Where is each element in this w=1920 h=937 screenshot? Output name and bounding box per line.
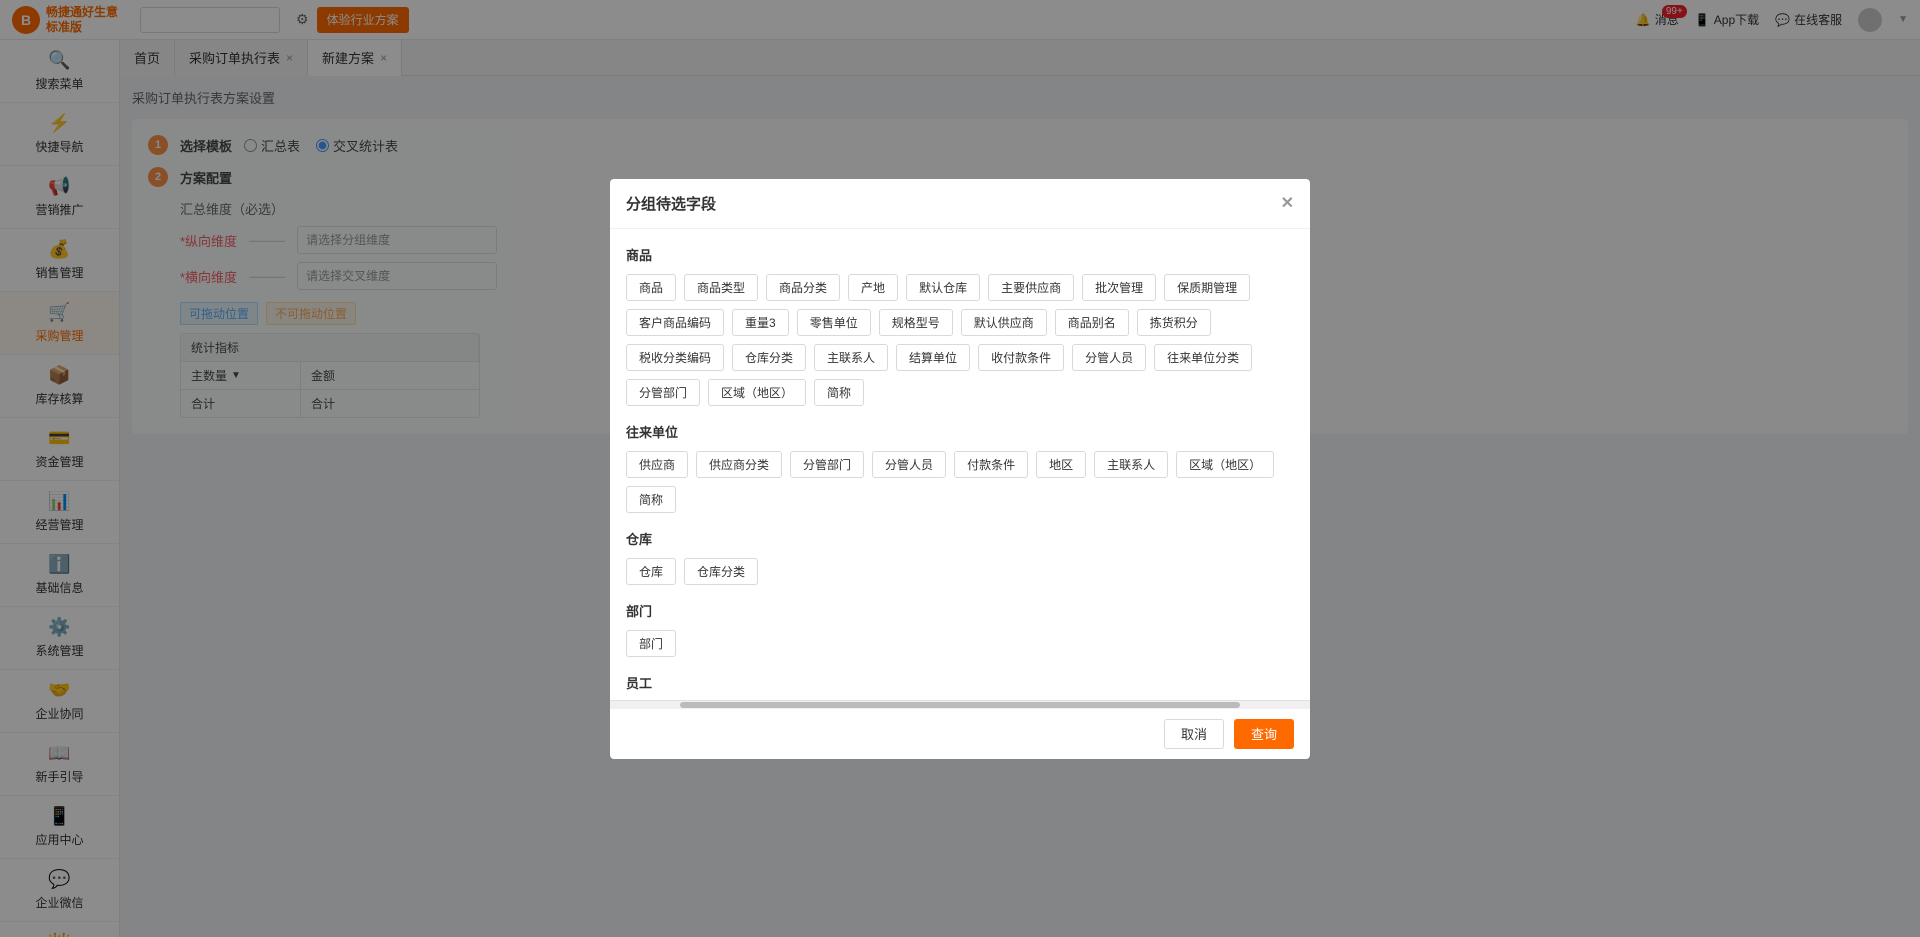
modal-footer: 取消 查询: [610, 708, 1310, 759]
modal-header: 分组待选字段 ✕: [610, 179, 1310, 229]
goods-fields-grid: 商品 商品类型 商品分类 产地 默认仓库 主要供应商 批次管理 保质期管理 客户…: [626, 274, 1294, 406]
confirm-button[interactable]: 查询: [1234, 719, 1294, 749]
field-area-partner[interactable]: 区域（地区）: [1176, 451, 1274, 478]
field-supervisor-partner[interactable]: 分管人员: [872, 451, 946, 478]
field-default-supplier[interactable]: 默认供应商: [961, 309, 1047, 336]
field-settlement-unit[interactable]: 结算单位: [896, 344, 970, 371]
warehouse-fields-grid: 仓库 仓库分类: [626, 558, 1294, 585]
section-warehouse-title: 仓库: [626, 529, 1294, 548]
field-dept-partner[interactable]: 分管部门: [790, 451, 864, 478]
section-goods-title: 商品: [626, 245, 1294, 264]
partner-fields-grid: 供应商 供应商分类 分管部门 分管人员 付款条件 地区 主联系人 区域（地区） …: [626, 451, 1294, 513]
field-warehouse-category[interactable]: 仓库分类: [732, 344, 806, 371]
cancel-button[interactable]: 取消: [1164, 719, 1224, 749]
field-main-supplier[interactable]: 主要供应商: [988, 274, 1074, 301]
section-department-title: 部门: [626, 601, 1294, 620]
field-payment-terms[interactable]: 收付款条件: [978, 344, 1064, 371]
field-supervisor[interactable]: 分管人员: [1072, 344, 1146, 371]
field-selector-modal: 分组待选字段 ✕ 商品 商品 商品类型 商品分类 产地 默认仓库 主要供应商 批…: [610, 179, 1310, 759]
modal-overlay: 分组待选字段 ✕ 商品 商品 商品类型 商品分类 产地 默认仓库 主要供应商 批…: [0, 0, 1920, 937]
field-department[interactable]: 部门: [626, 630, 676, 657]
field-goods[interactable]: 商品: [626, 274, 676, 301]
section-goods: 商品 商品 商品类型 商品分类 产地 默认仓库 主要供应商 批次管理 保质期管理…: [626, 245, 1294, 406]
field-dept-mgmt[interactable]: 分管部门: [626, 379, 700, 406]
field-default-warehouse[interactable]: 默认仓库: [906, 274, 980, 301]
department-fields-grid: 部门: [626, 630, 1294, 657]
field-warehouse-cat[interactable]: 仓库分类: [684, 558, 758, 585]
field-supplier-category[interactable]: 供应商分类: [696, 451, 782, 478]
field-spec-model[interactable]: 规格型号: [879, 309, 953, 336]
field-goods-category[interactable]: 商品分类: [766, 274, 840, 301]
field-batch-mgmt[interactable]: 批次管理: [1082, 274, 1156, 301]
field-area-goods[interactable]: 区域（地区）: [708, 379, 806, 406]
field-retail-unit[interactable]: 零售单位: [797, 309, 871, 336]
field-partner-category[interactable]: 往来单位分类: [1154, 344, 1252, 371]
field-supplier[interactable]: 供应商: [626, 451, 688, 478]
section-partner-title: 往来单位: [626, 422, 1294, 441]
modal-scrollbar-horizontal[interactable]: [610, 700, 1310, 708]
section-employee-title: 员工: [626, 673, 1294, 692]
field-weight3[interactable]: 重量3: [732, 309, 789, 336]
field-customer-code[interactable]: 客户商品编码: [626, 309, 724, 336]
field-short-name-goods[interactable]: 简称: [814, 379, 864, 406]
field-main-contact[interactable]: 主联系人: [814, 344, 888, 371]
scrollbar-thumb-h: [680, 702, 1240, 708]
field-region-partner[interactable]: 地区: [1036, 451, 1086, 478]
field-short-name-partner[interactable]: 简称: [626, 486, 676, 513]
field-origin[interactable]: 产地: [848, 274, 898, 301]
modal-title: 分组待选字段: [626, 193, 716, 214]
field-payment-cond[interactable]: 付款条件: [954, 451, 1028, 478]
field-goods-alias[interactable]: 商品别名: [1055, 309, 1129, 336]
field-pick-points[interactable]: 拣货积分: [1137, 309, 1211, 336]
section-employee: 员工 业务员: [626, 673, 1294, 700]
section-partner: 往来单位 供应商 供应商分类 分管部门 分管人员 付款条件 地区 主联系人 区域…: [626, 422, 1294, 513]
modal-body[interactable]: 商品 商品 商品类型 商品分类 产地 默认仓库 主要供应商 批次管理 保质期管理…: [610, 229, 1310, 700]
section-warehouse: 仓库 仓库 仓库分类: [626, 529, 1294, 585]
section-department: 部门 部门: [626, 601, 1294, 657]
modal-close-btn[interactable]: ✕: [1281, 193, 1294, 213]
field-main-contact-partner[interactable]: 主联系人: [1094, 451, 1168, 478]
field-goods-type[interactable]: 商品类型: [684, 274, 758, 301]
field-warehouse[interactable]: 仓库: [626, 558, 676, 585]
field-tax-code[interactable]: 税收分类编码: [626, 344, 724, 371]
field-shelf-life[interactable]: 保质期管理: [1164, 274, 1250, 301]
